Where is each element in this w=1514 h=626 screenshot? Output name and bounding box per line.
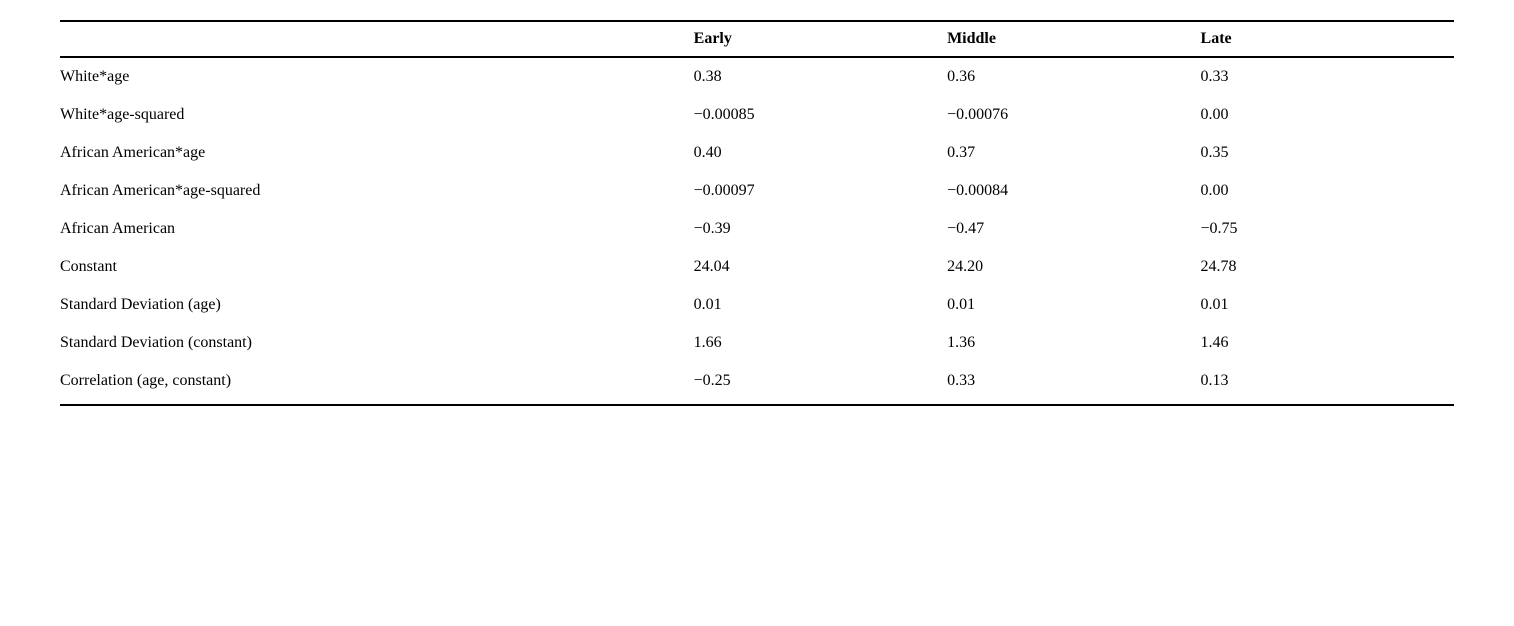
- row-early: 0.40: [694, 134, 947, 172]
- row-middle: 24.20: [947, 248, 1200, 286]
- row-late: 0.13: [1201, 362, 1454, 400]
- table-row: Standard Deviation (age)0.010.010.01: [60, 286, 1454, 324]
- row-middle: 0.37: [947, 134, 1200, 172]
- row-label: African American*age-squared: [60, 172, 694, 210]
- row-label: Standard Deviation (constant): [60, 324, 694, 362]
- table-bottom-border: [60, 404, 1454, 406]
- table-row: Correlation (age, constant)−0.250.330.13: [60, 362, 1454, 400]
- row-late: 24.78: [1201, 248, 1454, 286]
- col-header-late: Late: [1201, 21, 1454, 57]
- row-late: 0.00: [1201, 172, 1454, 210]
- row-label: Correlation (age, constant): [60, 362, 694, 400]
- row-label: White*age-squared: [60, 96, 694, 134]
- row-middle: −0.00076: [947, 96, 1200, 134]
- row-late: 0.00: [1201, 96, 1454, 134]
- row-late: 0.35: [1201, 134, 1454, 172]
- table-container: Early Middle Late White*age0.380.360.33W…: [60, 20, 1454, 406]
- row-early: −0.00097: [694, 172, 947, 210]
- row-middle: −0.00084: [947, 172, 1200, 210]
- table-row: African American*age-squared−0.00097−0.0…: [60, 172, 1454, 210]
- table-row: Constant24.0424.2024.78: [60, 248, 1454, 286]
- row-late: 0.01: [1201, 286, 1454, 324]
- row-early: 24.04: [694, 248, 947, 286]
- col-header-label: [60, 21, 694, 57]
- row-label: Standard Deviation (age): [60, 286, 694, 324]
- row-early: 1.66: [694, 324, 947, 362]
- table-row: White*age0.380.360.33: [60, 57, 1454, 96]
- row-early: 0.01: [694, 286, 947, 324]
- row-early: 0.38: [694, 57, 947, 96]
- table-header-row: Early Middle Late: [60, 21, 1454, 57]
- row-middle: 1.36: [947, 324, 1200, 362]
- row-early: −0.00085: [694, 96, 947, 134]
- row-late: −0.75: [1201, 210, 1454, 248]
- row-middle: −0.47: [947, 210, 1200, 248]
- table-row: Standard Deviation (constant)1.661.361.4…: [60, 324, 1454, 362]
- row-label: Constant: [60, 248, 694, 286]
- table-row: African American−0.39−0.47−0.75: [60, 210, 1454, 248]
- data-table: Early Middle Late White*age0.380.360.33W…: [60, 20, 1454, 400]
- row-middle: 0.01: [947, 286, 1200, 324]
- row-label: African American*age: [60, 134, 694, 172]
- col-header-middle: Middle: [947, 21, 1200, 57]
- row-early: −0.39: [694, 210, 947, 248]
- row-label: White*age: [60, 57, 694, 96]
- table-row: White*age-squared−0.00085−0.000760.00: [60, 96, 1454, 134]
- col-header-early: Early: [694, 21, 947, 57]
- row-label: African American: [60, 210, 694, 248]
- row-middle: 0.33: [947, 362, 1200, 400]
- row-early: −0.25: [694, 362, 947, 400]
- row-middle: 0.36: [947, 57, 1200, 96]
- row-late: 0.33: [1201, 57, 1454, 96]
- row-late: 1.46: [1201, 324, 1454, 362]
- table-row: African American*age0.400.370.35: [60, 134, 1454, 172]
